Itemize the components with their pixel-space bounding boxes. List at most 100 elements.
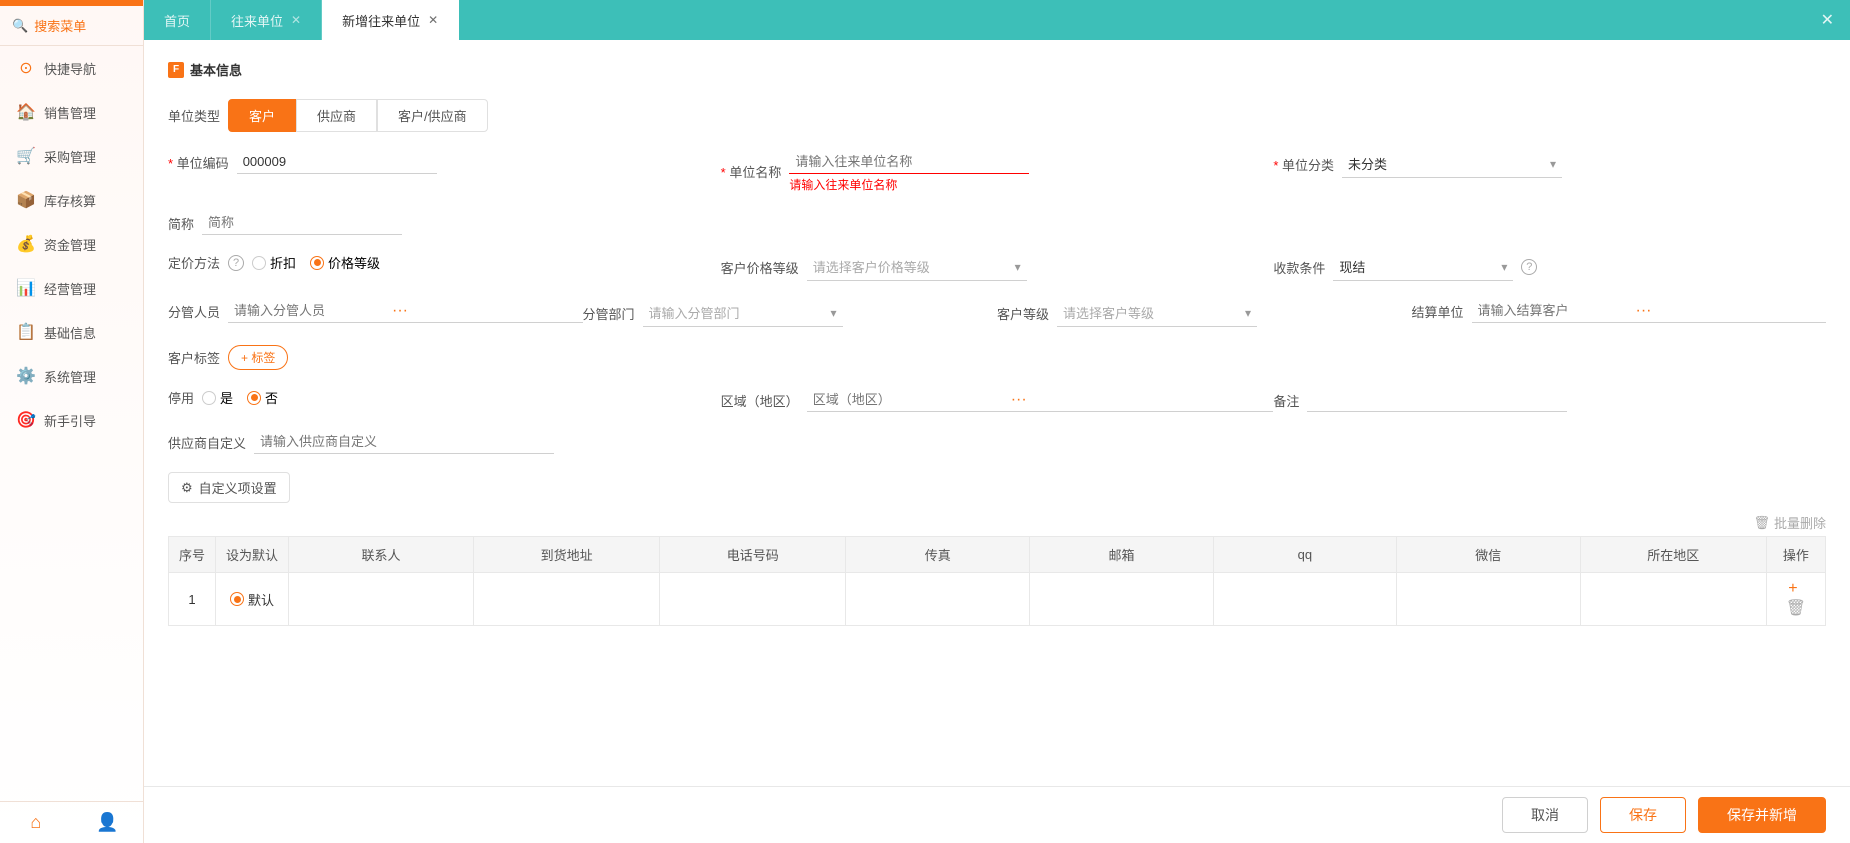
col-qq: qq: [1213, 537, 1396, 573]
payment-help-icon[interactable]: ?: [1521, 259, 1537, 275]
tab-home[interactable]: 首页: [144, 0, 211, 40]
tag-label: 客户标签: [168, 348, 220, 367]
unit-type-both[interactable]: 客户/供应商: [377, 99, 488, 132]
pricing-price-level-radio[interactable]: [310, 256, 324, 270]
bulk-delete-area[interactable]: 🗑 批量删除: [168, 513, 1826, 532]
qq-input[interactable]: [1224, 592, 1386, 607]
sidebar-item-label: 采购管理: [44, 147, 96, 166]
disabled-no-dot: [251, 394, 258, 401]
contacts-table: 序号 设为默认 联系人 到货地址 电话号码 传真 邮箱 qq 微信 所在地区 操…: [168, 536, 1826, 626]
region-label: 区域（地区）: [721, 391, 799, 410]
fax-input[interactable]: [856, 592, 1019, 607]
sidebar-item-quicknav[interactable]: ⊙ 快捷导航: [0, 46, 143, 90]
region-more-icon[interactable]: ···: [1011, 391, 1027, 409]
save-new-button[interactable]: 保存并新增: [1698, 797, 1826, 833]
unit-code-field: 单位编码: [168, 150, 721, 174]
disabled-yes-radio[interactable]: [202, 391, 216, 405]
customer-price-field: 客户价格等级 请选择客户价格等级 ▾: [721, 253, 1274, 281]
sidebar-item-finance[interactable]: 💰 资金管理: [0, 222, 143, 266]
default-label: 默认: [248, 590, 274, 609]
sidebar-item-guide[interactable]: 🎯 新手引导: [0, 398, 143, 442]
add-row-icon[interactable]: +: [1788, 580, 1797, 597]
pricing-discount-radio[interactable]: [252, 256, 266, 270]
unit-code-input[interactable]: [237, 150, 437, 174]
save-button[interactable]: 保存: [1600, 797, 1686, 833]
cell-fax[interactable]: [846, 573, 1030, 626]
cell-index: 1: [169, 573, 216, 626]
short-name-input[interactable]: [202, 211, 402, 235]
cell-address[interactable]: [474, 573, 660, 626]
manager-input[interactable]: [228, 299, 388, 322]
notes-input[interactable]: [1307, 388, 1567, 412]
sidebar-item-basic[interactable]: 📋 基础信息: [0, 310, 143, 354]
cell-qq[interactable]: [1213, 573, 1396, 626]
pricing-price-level[interactable]: 价格等级: [310, 253, 380, 272]
payment-select[interactable]: 现结 ▾: [1333, 253, 1513, 281]
tab-new-partner-close[interactable]: ✕: [428, 13, 438, 27]
sidebar-item-sales[interactable]: 🏠 销售管理: [0, 90, 143, 134]
sidebar-home-btn[interactable]: ⌂: [0, 802, 72, 843]
cell-phone[interactable]: [660, 573, 846, 626]
region-input[interactable]: [807, 388, 1007, 411]
settlement-more-icon[interactable]: ···: [1636, 302, 1652, 320]
disabled-radio-group: 是 否: [202, 388, 278, 407]
sidebar-user-btn[interactable]: 👤: [72, 802, 144, 843]
chevron-down-icon5: ▾: [1245, 306, 1251, 320]
cell-contact[interactable]: [289, 573, 474, 626]
sales-icon: 🏠: [16, 102, 36, 122]
tab-partner[interactable]: 往来单位 ✕: [211, 0, 322, 40]
cell-region[interactable]: [1580, 573, 1766, 626]
form-content: F 基本信息 单位类型 客户 供应商 客户/供应商 单位编码 单位名称: [144, 40, 1850, 786]
unit-type-customer[interactable]: 客户: [228, 99, 296, 132]
pricing-help-icon[interactable]: ?: [228, 255, 244, 271]
cell-wechat[interactable]: [1396, 573, 1580, 626]
delete-row-icon[interactable]: 🗑: [1786, 600, 1806, 617]
unit-type-field: 单位类型 客户 供应商 客户/供应商: [168, 99, 1826, 132]
sidebar-search[interactable]: 🔍 搜索菜单: [0, 6, 143, 46]
row-region-input[interactable]: [1591, 592, 1756, 607]
close-all-tabs[interactable]: ✕: [1805, 10, 1850, 30]
disabled-no-radio[interactable]: [247, 391, 261, 405]
wechat-input[interactable]: [1407, 592, 1570, 607]
department-select[interactable]: 请输入分管部门 ▾: [643, 299, 843, 327]
disabled-yes[interactable]: 是: [202, 388, 233, 407]
sidebar-item-label: 经营管理: [44, 279, 96, 298]
address-input[interactable]: [484, 592, 649, 607]
sidebar-item-inventory[interactable]: 📦 库存核算: [0, 178, 143, 222]
sidebar-item-operation[interactable]: 📊 经营管理: [0, 266, 143, 310]
sidebar-item-system[interactable]: ⚙️ 系统管理: [0, 354, 143, 398]
custom-settings-button[interactable]: ⚙ 自定义项设置: [168, 472, 290, 503]
customer-price-select[interactable]: 请选择客户价格等级 ▾: [807, 253, 1027, 281]
add-tag-button[interactable]: + 标签: [228, 345, 288, 370]
sidebar-item-purchase[interactable]: 🛒 采购管理: [0, 134, 143, 178]
main-area: 首页 往来单位 ✕ 新增往来单位 ✕ ✕ F 基本信息 单位类型 客户 供应商: [144, 0, 1850, 843]
col-fax: 传真: [846, 537, 1030, 573]
unit-name-input[interactable]: [789, 150, 1029, 174]
cell-email[interactable]: [1030, 573, 1214, 626]
cancel-button[interactable]: 取消: [1502, 797, 1588, 833]
tab-partner-close[interactable]: ✕: [291, 13, 301, 27]
department-field: 分管部门 请输入分管部门 ▾: [583, 299, 998, 327]
disabled-no[interactable]: 否: [247, 388, 278, 407]
customer-level-select[interactable]: 请选择客户等级 ▾: [1057, 299, 1257, 327]
department-label: 分管部门: [583, 304, 635, 323]
settlement-input-wrap: ···: [1472, 299, 1826, 323]
unit-category-select[interactable]: 未分类 ▾: [1342, 150, 1562, 178]
default-radio[interactable]: 默认: [230, 590, 274, 609]
supplier-custom-input[interactable]: [254, 430, 554, 454]
manager-label: 分管人员: [168, 302, 220, 321]
tab-new-partner[interactable]: 新增往来单位 ✕: [322, 0, 459, 40]
settlement-input[interactable]: [1472, 299, 1632, 322]
col-contact: 联系人: [289, 537, 474, 573]
search-menu[interactable]: 🔍 搜索菜单: [12, 16, 131, 35]
contact-input[interactable]: [299, 592, 463, 607]
manager-field: 分管人员 ···: [168, 299, 583, 323]
default-radio-circle[interactable]: [230, 592, 244, 606]
phone-input[interactable]: [670, 592, 835, 607]
pricing-discount[interactable]: 折扣: [252, 253, 296, 272]
email-input[interactable]: [1040, 592, 1203, 607]
manager-more-icon[interactable]: ···: [392, 302, 408, 320]
table-header: 序号 设为默认 联系人 到货地址 电话号码 传真 邮箱 qq 微信 所在地区 操…: [169, 537, 1826, 573]
manager-input-wrap: ···: [228, 299, 582, 323]
unit-type-supplier[interactable]: 供应商: [296, 99, 377, 132]
